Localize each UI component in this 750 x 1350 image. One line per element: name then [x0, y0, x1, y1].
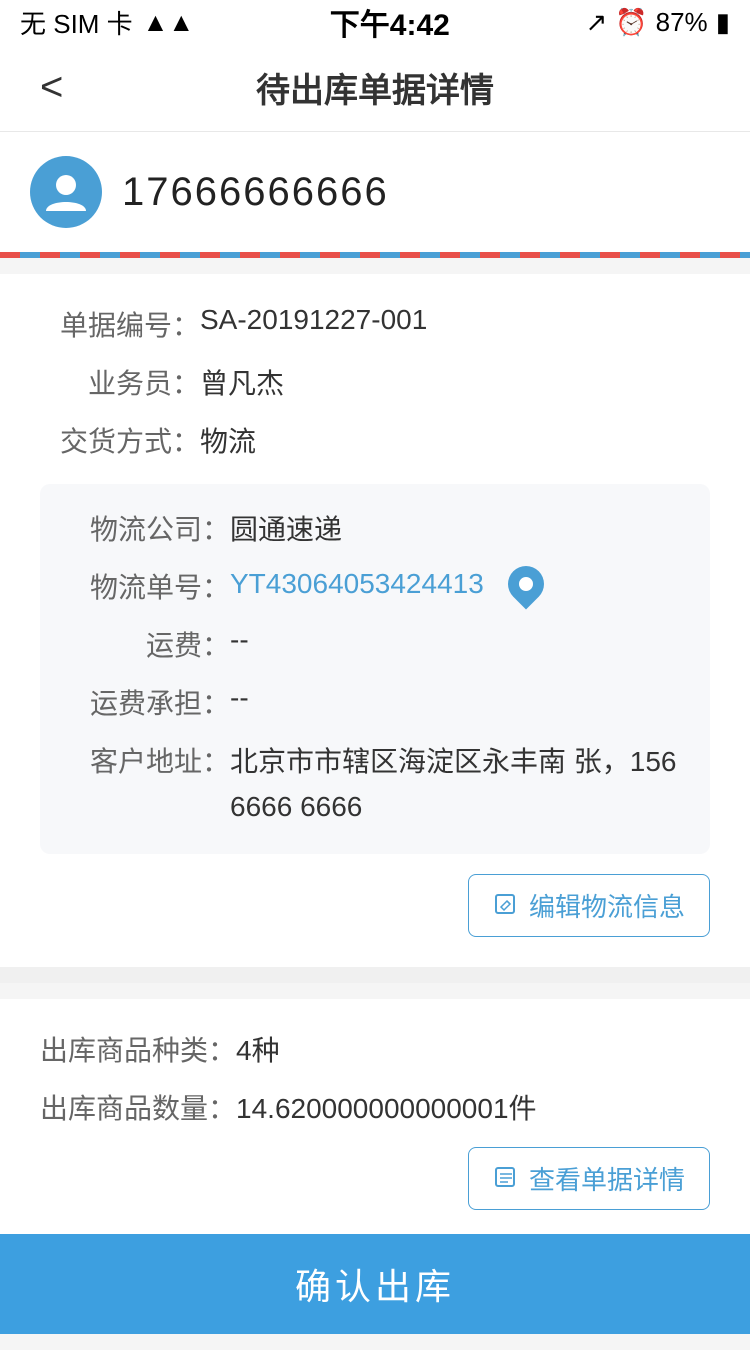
freight-bearer-value: -- [230, 682, 680, 714]
product-types-label: 出库商品种类： [40, 1029, 236, 1069]
product-qty-row: 出库商品数量： 14.620000000000001件 [40, 1087, 710, 1127]
edit-btn-label: 编辑物流信息 [529, 887, 685, 924]
address-label: 客户地址： [70, 740, 230, 780]
product-types-value: 4种 [236, 1029, 710, 1069]
address-value: 北京市市辖区海淀区永丰南 张，156 6666 6666 [230, 740, 680, 830]
product-qty-value: 14.620000000000001件 [236, 1087, 710, 1127]
edit-icon [493, 892, 519, 918]
order-no-row: 单据编号： SA-20191227-001 [40, 304, 710, 344]
avatar [30, 156, 102, 228]
customer-phone: 17666666666 [122, 170, 389, 215]
sales-person-label: 业务员： [40, 362, 200, 402]
status-bar: 无 SIM 卡 ▲▲ 下午4:42 ↗ ⏰ 87% ▮ [0, 0, 750, 44]
stock-info-section: 出库商品种类： 4种 出库商品数量： 14.620000000000001件 查… [0, 999, 750, 1240]
confirm-button-label: 确认出库 [295, 1258, 455, 1310]
product-types-row: 出库商品种类： 4种 [40, 1029, 710, 1069]
logistics-company-row: 物流公司： 圆通速递 [70, 508, 680, 548]
logistics-info-box: 物流公司： 圆通速递 物流单号： YT43064053424413 运费： --… [40, 484, 710, 854]
tracking-no-label: 物流单号： [70, 566, 230, 606]
freight-value: -- [230, 624, 680, 656]
battery-icon: ▮ [716, 7, 730, 38]
delivery-method-value: 物流 [200, 420, 710, 460]
status-time: 下午4:42 [330, 0, 450, 44]
location-pin-icon[interactable] [500, 559, 551, 610]
page-title: 待出库单据详情 [256, 63, 494, 112]
alarm-icon: ⏰ [615, 7, 647, 38]
tracking-no-row: 物流单号： YT43064053424413 [70, 566, 680, 606]
delivery-method-row: 交货方式： 物流 [40, 420, 710, 460]
freight-bearer-row: 运费承担： -- [70, 682, 680, 722]
avatar-icon [41, 167, 91, 217]
order-no-value: SA-20191227-001 [200, 304, 710, 336]
logistics-company-value: 圆通速递 [230, 508, 680, 548]
basic-info-section: 单据编号： SA-20191227-001 业务员： 曾凡杰 交货方式： 物流 … [0, 274, 750, 967]
product-qty-label: 出库商品数量： [40, 1087, 236, 1127]
order-no-label: 单据编号： [40, 304, 200, 344]
logistics-company-label: 物流公司： [70, 508, 230, 548]
sales-person-row: 业务员： 曾凡杰 [40, 362, 710, 402]
list-icon [493, 1165, 519, 1191]
battery-text: 87% [656, 7, 708, 38]
carrier-text: 无 SIM 卡 [20, 4, 133, 41]
freight-label: 运费： [70, 624, 230, 664]
wifi-icon: ▲▲ [143, 7, 194, 38]
sales-person-value: 曾凡杰 [200, 362, 710, 402]
tracking-no-value: YT43064053424413 [230, 566, 680, 602]
freight-bearer-label: 运费承担： [70, 682, 230, 722]
nav-bar: < 待出库单据详情 [0, 44, 750, 132]
address-row: 客户地址： 北京市市辖区海淀区永丰南 张，156 6666 6666 [70, 740, 680, 830]
location-icon: ↗ [585, 7, 607, 38]
freight-row: 运费： -- [70, 624, 680, 664]
view-btn-row: 查看单据详情 [40, 1147, 710, 1210]
edit-btn-row: 编辑物流信息 [40, 874, 710, 937]
back-button[interactable]: < [30, 55, 73, 120]
delivery-method-label: 交货方式： [40, 420, 200, 460]
tracking-no-text: YT43064053424413 [230, 568, 484, 600]
confirm-bar[interactable]: 确认出库 [0, 1234, 750, 1334]
section-divider [0, 967, 750, 983]
view-btn-label: 查看单据详情 [529, 1160, 685, 1197]
status-right: ↗ ⏰ 87% ▮ [585, 7, 730, 38]
customer-header: 17666666666 [0, 132, 750, 252]
status-left: 无 SIM 卡 ▲▲ [20, 4, 194, 41]
edit-logistics-button[interactable]: 编辑物流信息 [468, 874, 710, 937]
dashed-divider [0, 252, 750, 258]
view-detail-button[interactable]: 查看单据详情 [468, 1147, 710, 1210]
